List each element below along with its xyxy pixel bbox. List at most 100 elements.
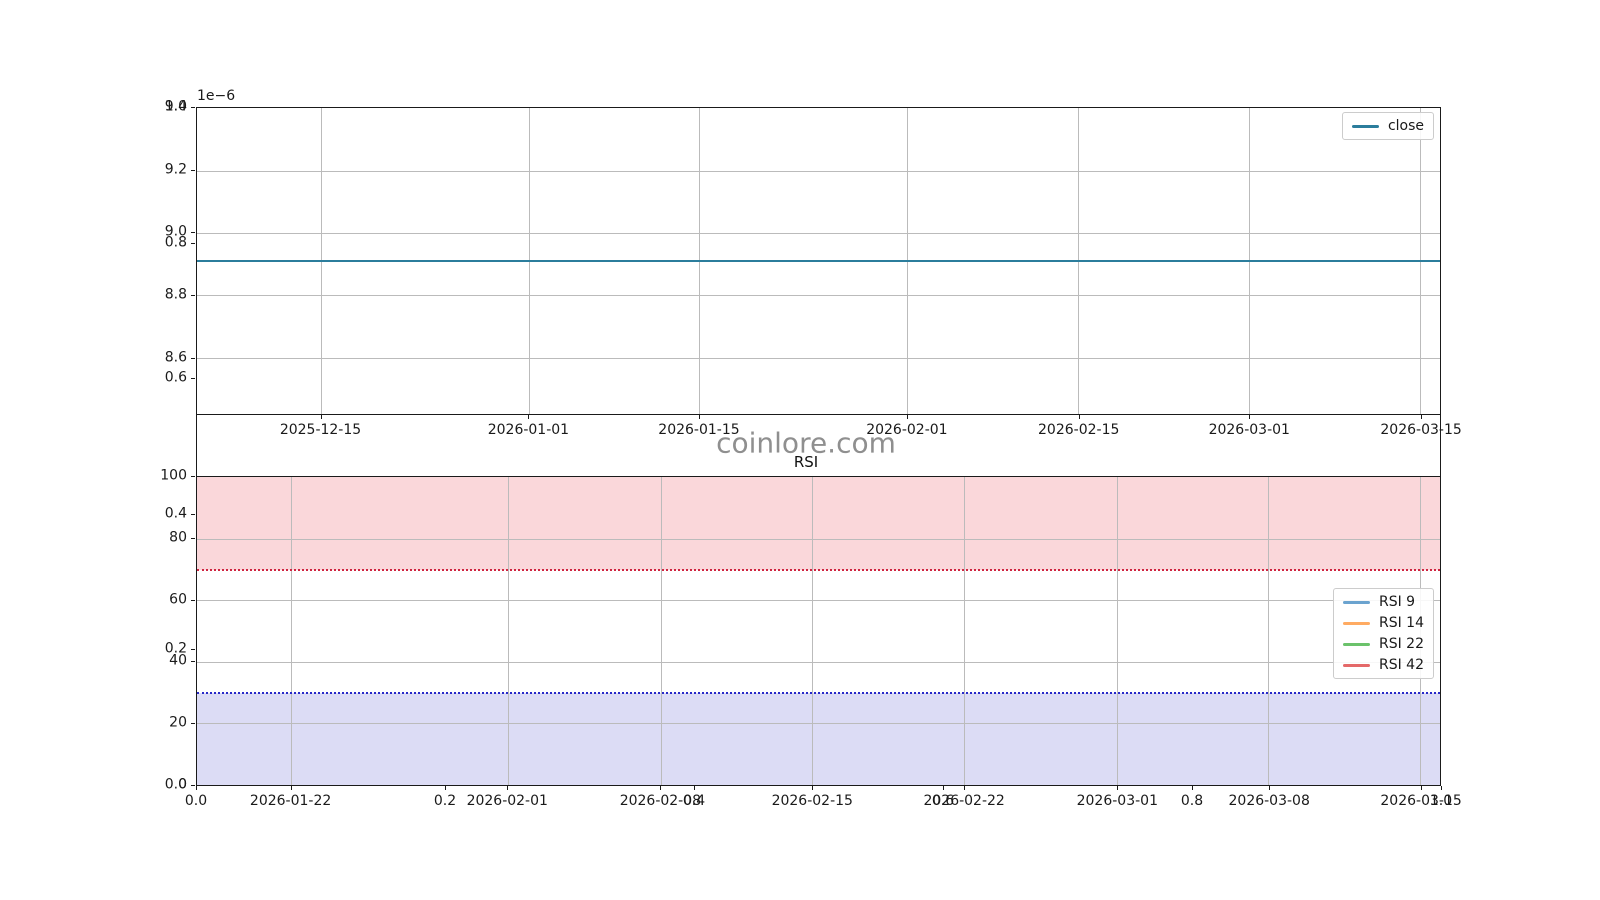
overlay-x-tick-label: 0.4	[682, 793, 706, 809]
gridline-horizontal	[197, 232, 1440, 234]
legend-label: RSI 9	[1378, 594, 1416, 610]
overlay-y-tick-mark	[191, 785, 195, 786]
x-tick-label: 2025-12-15	[279, 422, 362, 438]
rsi-level-line-70	[197, 568, 1440, 571]
y-tick-mark	[191, 231, 195, 233]
x-tick-mark	[1078, 415, 1080, 419]
overlay-y-tick-mark	[191, 378, 195, 380]
rsi-chart-axes: RSI 9 RSI 14 RSI 22 RSI 42	[196, 476, 1441, 786]
rsi-legend: RSI 9 RSI 14 RSI 22 RSI 42	[1332, 588, 1434, 679]
legend-label: close	[1387, 118, 1424, 134]
overlay-x-tick-mark	[1192, 786, 1193, 790]
x-tick-label: 2026-03-08	[1228, 793, 1310, 809]
legend-label: RSI 42	[1378, 657, 1424, 673]
gridline-horizontal	[197, 661, 1440, 663]
y-tick-mark	[191, 358, 195, 360]
gridline-horizontal	[197, 170, 1440, 172]
legend-row: close	[1351, 118, 1424, 134]
overlay-x-tick-label: 0.8	[1180, 793, 1204, 809]
legend-row: RSI 22	[1342, 636, 1424, 652]
overlay-x-tick-mark	[694, 786, 695, 790]
overbought-band	[197, 477, 1440, 570]
x-tick-mark	[1421, 786, 1423, 790]
overlay-y-tick-mark	[191, 649, 195, 651]
overlay-x-tick-mark	[445, 786, 446, 790]
x-tick-mark	[964, 786, 966, 790]
y-tick-label: 20	[169, 714, 187, 731]
price-chart-axes: close	[196, 107, 1441, 415]
x-tick-mark	[906, 415, 908, 419]
gridline-horizontal	[197, 600, 1440, 602]
price-legend: close	[1341, 112, 1434, 140]
x-tick-mark	[1269, 786, 1271, 790]
x-tick-mark	[660, 786, 662, 790]
overlay-y-tick-mark	[191, 513, 195, 515]
legend-label: RSI 14	[1378, 615, 1424, 631]
gridline-vertical	[1116, 477, 1118, 785]
overlay-x-tick-label: 1.0	[1429, 793, 1453, 809]
y-tick-mark	[191, 169, 195, 171]
overlay-y-tick-label: 0.4	[164, 505, 187, 522]
gridline-vertical	[660, 477, 662, 785]
x-tick-label: 2026-01-01	[487, 422, 570, 438]
x-tick-mark	[507, 786, 509, 790]
gridline-horizontal	[197, 295, 1440, 297]
oversold-band	[197, 693, 1440, 785]
x-tick-label: 2026-02-01	[466, 793, 548, 809]
y-tick-label: 100	[160, 467, 187, 484]
y-tick-label: 8.6	[164, 349, 187, 366]
y-tick-mark	[191, 723, 195, 725]
rsi-42-legend-line	[1342, 663, 1370, 667]
gridline-vertical	[291, 477, 293, 785]
y-tick-mark	[191, 476, 195, 477]
y-tick-label: 9.2	[164, 161, 187, 178]
legend-row: RSI 14	[1342, 615, 1424, 631]
y-tick-label: 60	[169, 590, 187, 607]
y-tick-mark	[191, 294, 195, 296]
gridline-horizontal	[197, 358, 1440, 360]
legend-label: RSI 22	[1378, 636, 1424, 652]
x-tick-mark	[1117, 786, 1119, 790]
y-axis-offset-label: 1e−6	[197, 88, 236, 104]
x-tick-mark	[320, 415, 322, 419]
overlay-y-tick-label: 0.2	[164, 640, 187, 657]
overlay-x-tick-mark	[1441, 786, 1442, 790]
overlay-y-tick-mark	[191, 107, 195, 108]
overlay-y-tick-mark	[191, 242, 195, 244]
legend-row: RSI 42	[1342, 657, 1424, 673]
rsi-chart-title: RSI	[793, 452, 819, 471]
x-tick-label: 2026-03-01	[1208, 422, 1290, 438]
overlay-x-tick-label: 0.2	[433, 793, 457, 809]
close-line	[197, 259, 1440, 262]
y-tick-mark	[191, 661, 195, 663]
x-tick-mark	[528, 415, 530, 419]
overlay-y-tick-label: 0.0	[164, 776, 187, 793]
rsi-22-legend-line	[1342, 642, 1370, 646]
x-tick-label: 2026-02-15	[1038, 422, 1120, 438]
overlay-y-tick-label: 0.8	[164, 233, 187, 250]
gridline-vertical	[1268, 477, 1270, 785]
legend-row: RSI 9	[1342, 594, 1424, 610]
y-tick-mark	[191, 537, 195, 539]
figure: close RSI 9 RSI 14 RSI 22 RSI 42 1e−6 coinl…	[0, 0, 1600, 900]
gridline-horizontal	[197, 723, 1440, 725]
rsi-14-legend-line	[1342, 621, 1370, 625]
y-tick-mark	[191, 599, 195, 601]
x-tick-mark	[1421, 415, 1423, 419]
x-tick-mark	[1249, 415, 1251, 419]
x-tick-label: 2026-02-15	[771, 793, 853, 809]
overlay-x-tick-label: 0.0	[184, 793, 208, 809]
gridline-vertical	[963, 477, 965, 785]
y-tick-label: 8.8	[164, 286, 187, 303]
y-tick-label: 80	[169, 529, 187, 546]
rsi-9-legend-line	[1342, 600, 1370, 604]
x-tick-label: 2026-01-22	[249, 793, 332, 809]
gridline-vertical	[812, 477, 814, 785]
close-legend-line	[1351, 124, 1379, 128]
gridline-horizontal	[197, 538, 1440, 540]
x-tick-mark	[812, 786, 814, 790]
gridline-vertical	[507, 477, 509, 785]
overlay-x-tick-label: 0.6	[931, 793, 955, 809]
overlay-y-tick-label: 0.6	[164, 369, 187, 386]
overlay-y-tick-label: 1.0	[164, 98, 187, 115]
